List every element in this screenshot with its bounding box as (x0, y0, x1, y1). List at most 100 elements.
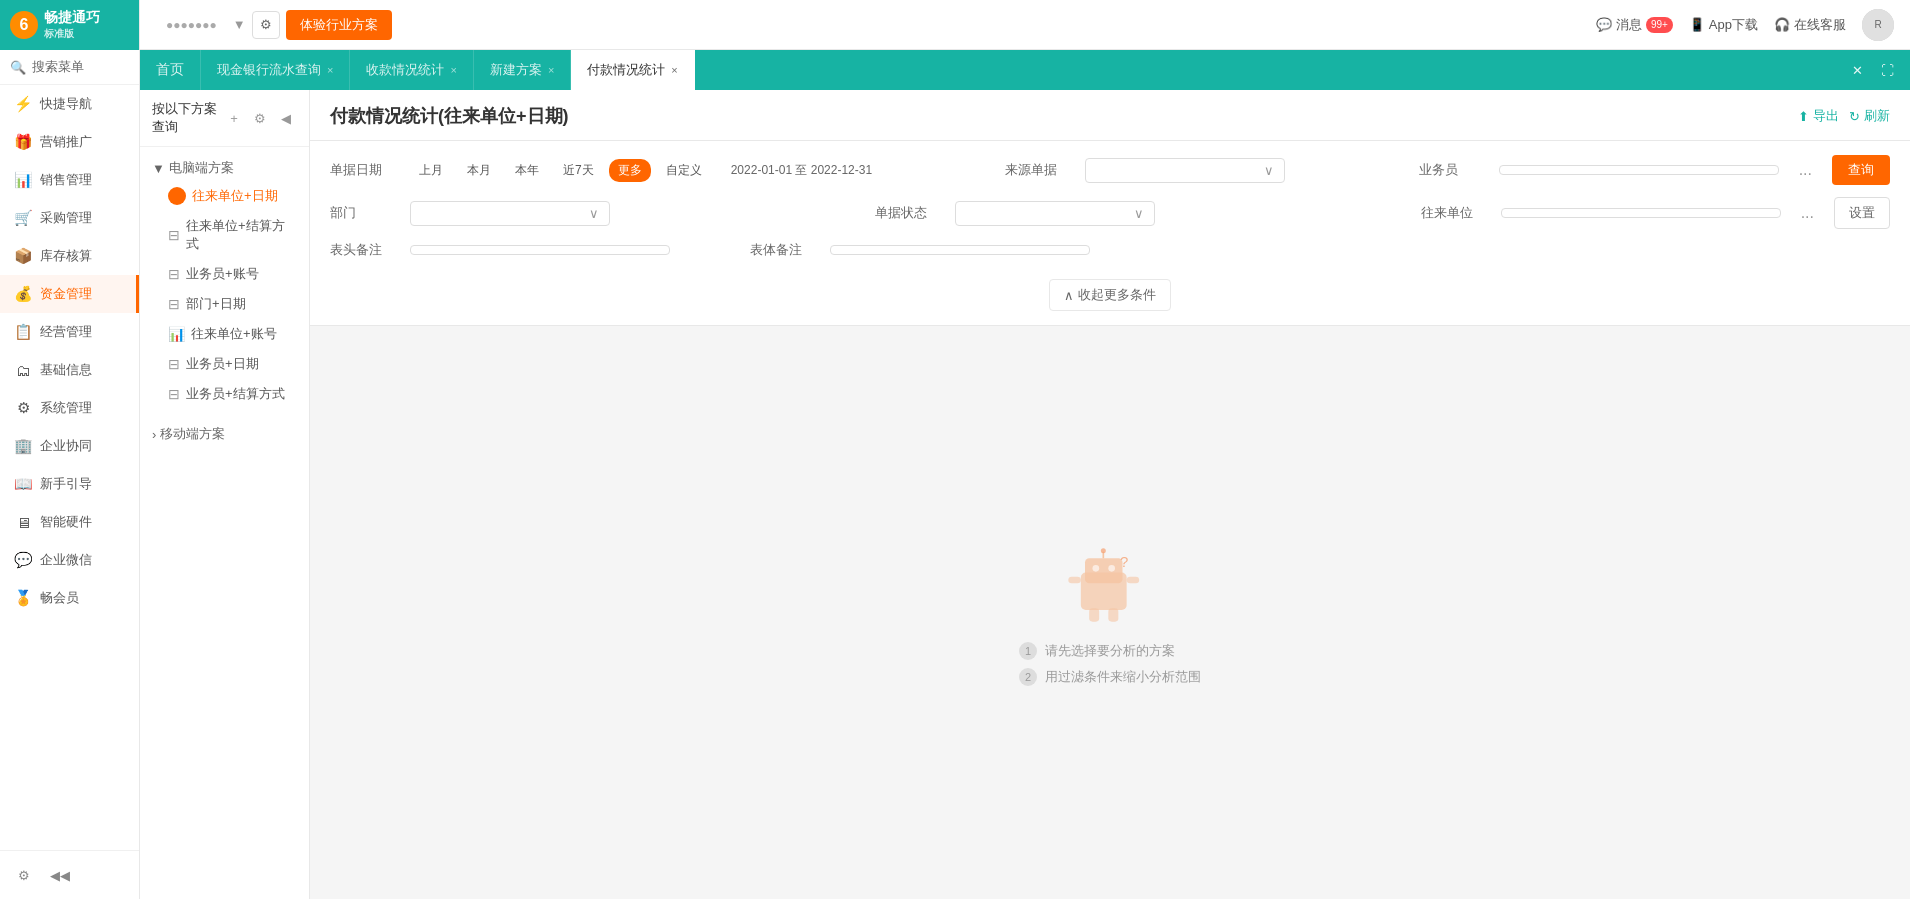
export-btn[interactable]: ⬆ 导出 (1798, 107, 1839, 125)
date-btn-last-month[interactable]: 上月 (410, 159, 452, 182)
sidebar-item-label: 企业微信 (40, 551, 92, 569)
sidebar-item-label: 快捷导航 (40, 95, 92, 113)
page-actions: ⬆ 导出 ↻ 刷新 (1798, 107, 1890, 125)
settings-btn[interactable]: 设置 (1834, 197, 1890, 229)
scheme-item-label: 业务员+结算方式 (186, 385, 285, 403)
scheme-item-unit-date[interactable]: 往来单位+日期 (152, 181, 297, 211)
sidebar-collapse-btn[interactable]: ◀◀ (46, 861, 74, 889)
staff-label: 业务员 (1419, 161, 1479, 179)
collapse-icon: ∧ (1064, 288, 1074, 303)
scheme-item-staff-account[interactable]: ⊟ 业务员+账号 (152, 259, 297, 289)
avatar-initials: R (1862, 9, 1894, 41)
dept-label: 部门 (330, 204, 390, 222)
trial-btn[interactable]: 体验行业方案 (286, 10, 392, 40)
sidebar-item-system[interactable]: ⚙ 系统管理 (0, 389, 139, 427)
source-select-arrow: ∨ (1264, 163, 1274, 178)
sidebar-item-member[interactable]: 🏅 畅会员 (0, 579, 139, 617)
voucher-status-select[interactable]: ∨ (955, 201, 1155, 226)
scheme-item-staff-settle[interactable]: ⊟ 业务员+结算方式 (152, 379, 297, 409)
scheme-section-mobile-title[interactable]: › 移动端方案 (152, 421, 297, 447)
online-service-btn[interactable]: 🎧 在线客服 (1774, 16, 1846, 34)
sidebar-settings-btn[interactable]: ⚙ (10, 861, 38, 889)
sidebar-item-hardware[interactable]: 🖥 智能硬件 (0, 503, 139, 541)
scheme-item-label: 往来单位+日期 (192, 187, 278, 205)
tab-bank-close[interactable]: × (327, 64, 333, 76)
tab-home-label: 首页 (156, 61, 184, 79)
sidebar-item-guide[interactable]: 📖 新手引导 (0, 465, 139, 503)
staff-dots[interactable]: ... (1799, 161, 1812, 179)
topbar-dropdown-arrow[interactable]: ▼ (233, 17, 246, 32)
svg-rect-6 (1068, 576, 1081, 583)
data-area: ? 1 请先选择要分析的方案 2 用过滤条件来缩小分析范围 (310, 326, 1910, 899)
system-icon: ⚙ (14, 399, 32, 417)
table-body-note-input[interactable] (830, 245, 1090, 255)
voucher-status-label: 单据状态 (875, 204, 935, 222)
sidebar-item-label: 基础信息 (40, 361, 92, 379)
scheme-settings-btn[interactable]: ⚙ (249, 107, 271, 129)
page-title: 付款情况统计(往来单位+日期) (330, 104, 569, 128)
scheme-item-dept-date[interactable]: ⊟ 部门+日期 (152, 289, 297, 319)
topbar-settings-btn[interactable]: ⚙ (252, 11, 280, 39)
scheme-item-staff-date[interactable]: ⊟ 业务员+日期 (152, 349, 297, 379)
scheme-item-icon: ⊟ (168, 356, 180, 372)
sidebar-item-sales[interactable]: 📊 销售管理 (0, 161, 139, 199)
date-options: 上月 本月 本年 近7天 更多 自定义 (410, 159, 711, 182)
query-btn[interactable]: 查询 (1832, 155, 1890, 185)
app-download-btn[interactable]: 📱 App下载 (1689, 16, 1758, 34)
dept-select[interactable]: ∨ (410, 201, 610, 226)
tab-bank[interactable]: 现金银行流水查询 × (201, 50, 350, 90)
scheme-item-label: 业务员+账号 (186, 265, 259, 283)
date-btn-more[interactable]: 更多 (609, 159, 651, 182)
scheme-item-unit-account[interactable]: 📊 往来单位+账号 (152, 319, 297, 349)
table-header-note-label: 表头备注 (330, 241, 390, 259)
dept-select-arrow: ∨ (589, 206, 599, 221)
tab-receipt-close[interactable]: × (450, 64, 456, 76)
export-label: 导出 (1813, 107, 1839, 125)
sidebar: 6 畅捷通巧 标准版 🔍 搜索菜单 ⚡ 快捷导航 🎁 营销推广 📊 销售管理 🛒… (0, 0, 140, 899)
sidebar-item-finance[interactable]: 💰 资金管理 (0, 275, 139, 313)
source-label: 来源单据 (1005, 161, 1065, 179)
source-select[interactable]: ∨ (1085, 158, 1285, 183)
sidebar-item-basic[interactable]: 🗂 基础信息 (0, 351, 139, 389)
notification-btn[interactable]: 💬 消息 99+ (1596, 16, 1673, 34)
scheme-section-desktop-title[interactable]: ▼ 电脑端方案 (152, 155, 297, 181)
sidebar-item-marketing[interactable]: 🎁 营销推广 (0, 123, 139, 161)
tab-new-scheme[interactable]: 新建方案 × (474, 50, 571, 90)
page-title-row: 付款情况统计(往来单位+日期) ⬆ 导出 ↻ 刷新 (330, 104, 1890, 128)
scheme-add-btn[interactable]: + (223, 107, 245, 129)
user-avatar[interactable]: R (1862, 9, 1894, 41)
date-btn-last-7[interactable]: 近7天 (554, 159, 603, 182)
counterpart-input[interactable] (1501, 208, 1781, 218)
svg-rect-7 (1127, 576, 1140, 583)
staff-input[interactable] (1499, 165, 1779, 175)
date-btn-custom[interactable]: 自定义 (657, 159, 711, 182)
scheme-section-mobile: › 移动端方案 (140, 413, 309, 451)
counterpart-dots[interactable]: ... (1801, 204, 1814, 222)
date-btn-this-year[interactable]: 本年 (506, 159, 548, 182)
sidebar-item-purchase[interactable]: 🛒 采购管理 (0, 199, 139, 237)
sidebar-item-operation[interactable]: 📋 经营管理 (0, 313, 139, 351)
tab-payment-close[interactable]: × (671, 64, 677, 76)
tab-new-scheme-close[interactable]: × (548, 64, 554, 76)
sidebar-item-wechat[interactable]: 💬 企业微信 (0, 541, 139, 579)
content-area: 按以下方案查询 + ⚙ ◀ ▼ 电脑端方案 往来单位+日期 ⊟ (140, 90, 1910, 899)
tab-close-all-btn[interactable]: ✕ (1844, 57, 1870, 83)
collapse-more-btn[interactable]: ∧ 收起更多条件 (1049, 279, 1171, 311)
sidebar-item-enterprise[interactable]: 🏢 企业协同 (0, 427, 139, 465)
scheme-collapse-btn[interactable]: ◀ (275, 107, 297, 129)
sidebar-item-quick-nav[interactable]: ⚡ 快捷导航 (0, 85, 139, 123)
date-btn-this-month[interactable]: 本月 (458, 159, 500, 182)
table-header-note-input[interactable] (410, 245, 670, 255)
refresh-btn[interactable]: ↻ 刷新 (1849, 107, 1890, 125)
scheme-item-unit-settle[interactable]: ⊟ 往来单位+结算方式 (152, 211, 297, 259)
section-arrow: ▼ (152, 161, 165, 176)
tab-payment[interactable]: 付款情况统计 × (571, 50, 694, 90)
tab-receipt[interactable]: 收款情况统计 × (350, 50, 473, 90)
tab-maximize-btn[interactable]: ⛶ (1874, 57, 1900, 83)
tabbar-actions: ✕ ⛶ (1834, 50, 1910, 90)
sidebar-item-inventory[interactable]: 📦 库存核算 (0, 237, 139, 275)
main: ●●●●●●● ▼ ⚙ 体验行业方案 💬 消息 99+ 📱 App下载 🎧 在线… (140, 0, 1910, 899)
logo-icon: 6 (10, 11, 38, 39)
sidebar-search[interactable]: 🔍 搜索菜单 (0, 50, 139, 85)
tab-home[interactable]: 首页 (140, 50, 201, 90)
